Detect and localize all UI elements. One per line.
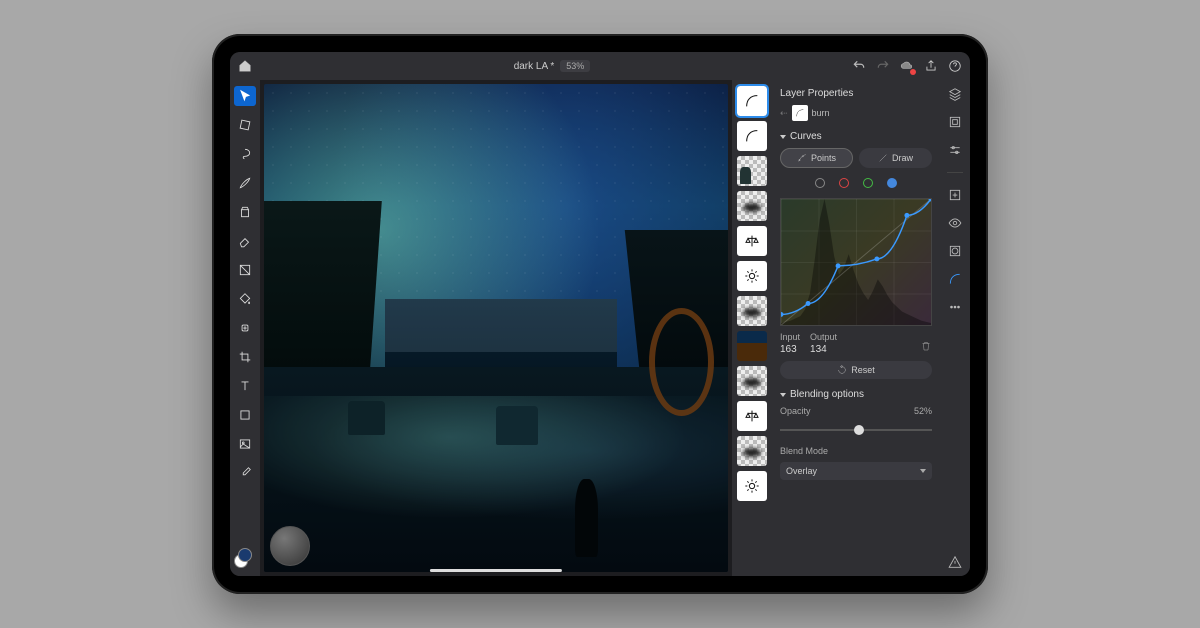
mask-icon[interactable] bbox=[947, 243, 963, 259]
properties-panel: Layer Properties ⇠ burn Curves Points Dr… bbox=[772, 80, 940, 576]
layer-name[interactable]: burn bbox=[812, 108, 830, 118]
home-indicator[interactable] bbox=[430, 569, 562, 572]
blending-section-header[interactable]: Blending options bbox=[780, 389, 932, 400]
crop-tool[interactable] bbox=[234, 347, 256, 367]
layer-thumb[interactable] bbox=[737, 436, 767, 466]
reset-button[interactable]: Reset bbox=[780, 361, 932, 379]
layer-thumb[interactable] bbox=[737, 331, 767, 361]
io-row: Input 163 Output 134 bbox=[780, 332, 932, 355]
layer-thumb[interactable] bbox=[737, 156, 767, 186]
panel-title: Layer Properties bbox=[780, 88, 932, 99]
transform-tool[interactable] bbox=[234, 115, 256, 135]
layers-panel-icon[interactable] bbox=[947, 86, 963, 102]
blend-mode-label: Blend Mode bbox=[780, 446, 932, 456]
layer-thumb[interactable] bbox=[737, 261, 767, 291]
layer-thumb-mini[interactable] bbox=[792, 105, 808, 121]
delete-point-icon[interactable] bbox=[920, 340, 932, 355]
channel-rgb[interactable] bbox=[815, 178, 825, 188]
channel-green[interactable] bbox=[863, 178, 873, 188]
document-title: dark LA * bbox=[514, 61, 555, 72]
eraser-tool[interactable] bbox=[234, 231, 256, 251]
input-label: Input bbox=[780, 332, 800, 342]
curves-section-header[interactable]: Curves bbox=[780, 131, 932, 142]
opacity-value: 52% bbox=[914, 406, 932, 416]
channel-blue[interactable] bbox=[887, 178, 897, 188]
home-icon[interactable] bbox=[238, 59, 252, 73]
canvas-image bbox=[264, 84, 728, 572]
warning-icon[interactable] bbox=[947, 554, 963, 570]
draw-button[interactable]: Draw bbox=[859, 148, 932, 168]
layer-thumb[interactable] bbox=[737, 296, 767, 326]
shape-tool[interactable] bbox=[234, 405, 256, 425]
channel-selector bbox=[780, 178, 932, 188]
fill-tool[interactable] bbox=[234, 289, 256, 309]
layer-props-icon[interactable] bbox=[947, 114, 963, 130]
place-image-tool[interactable] bbox=[234, 434, 256, 454]
visibility-icon[interactable] bbox=[947, 215, 963, 231]
opacity-slider[interactable] bbox=[780, 424, 932, 436]
type-tool[interactable] bbox=[234, 376, 256, 396]
right-rail bbox=[940, 80, 970, 576]
lasso-tool[interactable] bbox=[234, 144, 256, 164]
app-body: Layer Properties ⇠ burn Curves Points Dr… bbox=[230, 80, 970, 576]
share-icon[interactable] bbox=[924, 59, 938, 73]
app-screen: dark LA * 53% bbox=[230, 52, 970, 576]
curves-graph[interactable] bbox=[780, 198, 932, 326]
cloud-sync-icon[interactable] bbox=[900, 59, 914, 73]
layer-thumb[interactable] bbox=[737, 121, 767, 151]
left-toolbar bbox=[230, 80, 260, 576]
chevron-down-icon bbox=[920, 469, 926, 473]
input-value[interactable]: 163 bbox=[780, 344, 800, 355]
color-swatch[interactable] bbox=[234, 548, 256, 570]
more-icon[interactable] bbox=[947, 299, 963, 315]
top-bar: dark LA * 53% bbox=[230, 52, 970, 80]
layer-thumb[interactable] bbox=[737, 191, 767, 221]
output-label: Output bbox=[810, 332, 837, 342]
adjustments-icon[interactable] bbox=[947, 142, 963, 158]
move-tool[interactable] bbox=[234, 86, 256, 106]
layer-thumb[interactable] bbox=[737, 366, 767, 396]
help-icon[interactable] bbox=[948, 59, 962, 73]
channel-red[interactable] bbox=[839, 178, 849, 188]
ipad-frame: dark LA * 53% bbox=[212, 34, 988, 594]
layer-thumb[interactable] bbox=[737, 226, 767, 256]
output-value[interactable]: 134 bbox=[810, 344, 837, 355]
layers-strip bbox=[732, 80, 772, 576]
opacity-label: Opacity bbox=[780, 406, 811, 416]
gradient-tool[interactable] bbox=[234, 260, 256, 280]
link-icon[interactable]: ⇠ bbox=[780, 108, 788, 119]
redo-icon[interactable] bbox=[876, 59, 890, 73]
undo-icon[interactable] bbox=[852, 59, 866, 73]
touch-shortcut[interactable] bbox=[270, 526, 310, 566]
add-layer-icon[interactable] bbox=[947, 187, 963, 203]
brush-tool[interactable] bbox=[234, 173, 256, 193]
eyedropper-tool[interactable] bbox=[234, 463, 256, 483]
foreground-color bbox=[238, 548, 252, 562]
points-button[interactable]: Points bbox=[780, 148, 853, 168]
layer-thumb[interactable] bbox=[737, 86, 767, 116]
healing-tool[interactable] bbox=[234, 318, 256, 338]
canvas-area[interactable] bbox=[260, 80, 732, 576]
layer-name-row: ⇠ burn bbox=[780, 105, 932, 121]
curves-icon[interactable] bbox=[947, 271, 963, 287]
layer-thumb[interactable] bbox=[737, 401, 767, 431]
blend-mode-dropdown[interactable]: Overlay bbox=[780, 462, 932, 480]
zoom-level[interactable]: 53% bbox=[560, 60, 590, 72]
layer-thumb[interactable] bbox=[737, 471, 767, 501]
clone-tool[interactable] bbox=[234, 202, 256, 222]
